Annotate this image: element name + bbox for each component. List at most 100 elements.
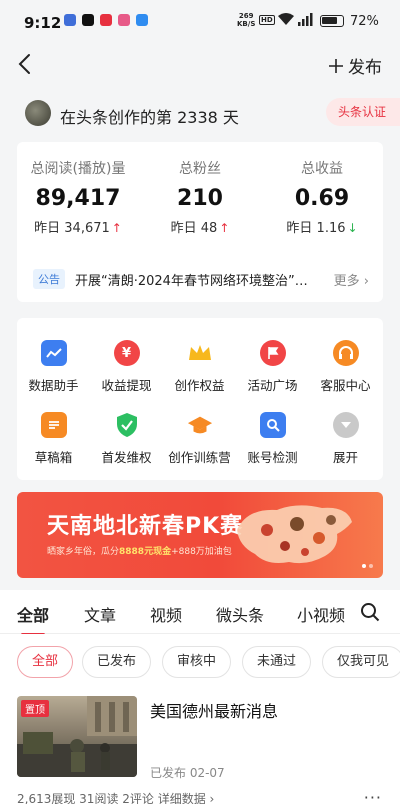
draft-icon <box>40 412 67 438</box>
tool-label: 创作训练营 <box>168 450 231 465</box>
tool-label: 首发维权 <box>101 450 152 465</box>
stat-value: 0.69 <box>294 186 350 211</box>
tool-account-check[interactable]: 账号检测 <box>236 412 309 466</box>
status-filters: 全部 已发布 审核中 未通过 仅我可见 <box>0 634 400 688</box>
stat-total-income[interactable]: 总收益 0.69 昨日 1.16 ↓ <box>261 142 383 236</box>
tab-short-videos[interactable]: 小视频 <box>297 602 347 626</box>
carousel-dot <box>362 564 366 568</box>
app-notification-icon <box>118 14 130 26</box>
tab-micro-posts[interactable]: 微头条 <box>216 602 264 626</box>
creator-header: 在头条创作的第 2338 天 头条认证 <box>0 96 400 130</box>
more-link[interactable]: 更多 › <box>334 270 369 289</box>
verification-badge[interactable]: 头条认证 <box>325 98 400 126</box>
article-status-date: 已发布 02-07 <box>150 766 225 780</box>
tab-articles[interactable]: 文章 <box>84 602 116 626</box>
banner-title: 天南地北新春PK赛 <box>47 514 244 539</box>
tool-withdraw[interactable]: ¥ 收益提现 <box>90 340 163 394</box>
stat-label: 总收益 <box>301 161 343 177</box>
chevron-down-icon <box>332 412 359 438</box>
stat-total-fans[interactable]: 总粉丝 210 昨日 48 ↑ <box>139 142 261 236</box>
publish-button[interactable]: 发布 <box>328 53 382 78</box>
carousel-dots <box>362 564 373 568</box>
more-options-icon[interactable]: ··· <box>364 788 382 804</box>
tool-label: 创作权益 <box>174 378 225 393</box>
stat-value: 89,417 <box>35 186 121 211</box>
signal-icon <box>298 13 313 26</box>
tool-activity-plaza[interactable]: 活动广场 <box>236 340 309 394</box>
graduation-cap-icon <box>187 412 213 438</box>
headset-icon <box>332 340 359 366</box>
back-icon[interactable] <box>14 52 36 76</box>
article-title[interactable]: 美国德州最新消息 <box>150 698 278 722</box>
tiktok-icon <box>82 14 94 26</box>
banner-subtitle: 晒家乡年俗，瓜分8888元现金+888万加油包 <box>47 544 232 557</box>
stat-label: 总粉丝 <box>179 161 221 177</box>
nav-bar: 发布 <box>0 42 400 88</box>
stat-label: 总阅读(播放)量 <box>30 161 126 177</box>
shield-icon <box>114 412 140 438</box>
filter-in-review[interactable]: 审核中 <box>162 646 232 678</box>
tool-label: 收益提现 <box>101 378 152 393</box>
chevron-right-icon: › <box>363 273 369 289</box>
tab-videos[interactable]: 视频 <box>150 602 182 626</box>
trend-down-icon: ↓ <box>347 221 358 235</box>
stats-card: 总阅读(播放)量 89,417 昨日 34,671 ↑ 总粉丝 210 昨日 48… <box>17 142 383 302</box>
announcement-tag: 公告 <box>33 269 65 289</box>
announcement-bar[interactable]: 公告 开展“清朗·2024年春节网络环境整治”专项行动 更多 › <box>33 268 369 290</box>
tool-drafts[interactable]: 草稿箱 <box>17 412 90 466</box>
stat-yesterday: 昨日 1.16 ↓ <box>261 217 383 236</box>
tool-label: 客服中心 <box>320 378 371 393</box>
article-thumbnail[interactable]: 置顶 <box>17 696 137 777</box>
banner-sub-highlight: 8888元现金 <box>119 547 172 557</box>
tool-training-camp[interactable]: 创作训练营 <box>163 412 236 466</box>
tools-grid: 数据助手 ¥ 收益提现 创作权益 活动广场 客服中心 草稿箱 首发维权 创作训练… <box>17 318 383 480</box>
trend-up-icon: ↑ <box>111 221 122 235</box>
article-item[interactable]: 置顶 美国德州最新消息 已发布 02-07 2,613展现 31阅读 2评论 详… <box>0 688 400 804</box>
notification-icons <box>64 14 148 26</box>
article-stats[interactable]: 2,613展现 31阅读 2评论 详细数据 › <box>17 790 214 804</box>
more-label: 更多 <box>333 273 360 289</box>
banner-sub-prefix: 晒家乡年俗，瓜分 <box>47 547 120 557</box>
stat-yesterday-value: 昨日 34,671 <box>34 221 110 236</box>
filter-private[interactable]: 仅我可见 <box>322 646 400 678</box>
tool-label: 展开 <box>332 450 358 465</box>
carousel-dot <box>369 564 373 568</box>
stat-yesterday: 昨日 34,671 ↑ <box>17 217 139 236</box>
app-notification-icon <box>64 14 76 26</box>
battery-percent: 72% <box>350 14 379 29</box>
stat-yesterday: 昨日 48 ↑ <box>139 217 261 236</box>
content-tabs: 全部 文章 视频 微头条 小视频 <box>0 590 400 636</box>
filter-published[interactable]: 已发布 <box>82 646 152 678</box>
filter-all[interactable]: 全部 <box>17 646 74 678</box>
tab-all[interactable]: 全部 <box>17 602 49 636</box>
wifi-icon <box>278 13 294 25</box>
announcement-text: 开展“清朗·2024年春节网络环境整治”专项行动 <box>75 273 315 289</box>
avatar[interactable] <box>25 100 51 126</box>
stat-value: 210 <box>177 186 223 211</box>
tool-original-protection[interactable]: 首发维权 <box>90 412 163 466</box>
tool-creator-rights[interactable]: 创作权益 <box>163 340 236 394</box>
creation-days: 在头条创作的第 2338 天 <box>60 108 239 127</box>
tool-customer-service[interactable]: 客服中心 <box>309 340 382 394</box>
tool-label: 数据助手 <box>28 378 79 393</box>
app-notification-icon <box>136 14 148 26</box>
stat-yesterday-value: 昨日 1.16 <box>286 221 346 236</box>
status-bar: 9:12 269 KB/S HD 72% <box>0 0 400 42</box>
tool-data-assistant[interactable]: 数据助手 <box>17 340 90 394</box>
toutiao-icon <box>100 14 112 26</box>
search-icon[interactable] <box>360 602 380 622</box>
tool-label: 草稿箱 <box>34 450 73 465</box>
promo-banner[interactable]: 天南地北新春PK赛 晒家乡年俗，瓜分8888元现金+888万加油包 <box>17 492 383 578</box>
network-speed: 269 KB/S <box>237 12 255 28</box>
account-check-icon <box>259 412 286 438</box>
stat-total-reads[interactable]: 总阅读(播放)量 89,417 昨日 34,671 ↑ <box>17 142 139 236</box>
banner-sub-suffix: +888万加油包 <box>171 547 232 557</box>
plus-icon <box>329 58 343 73</box>
flag-icon <box>259 340 286 366</box>
tool-expand[interactable]: 展开 <box>309 412 382 466</box>
filter-rejected[interactable]: 未通过 <box>242 646 312 678</box>
publish-label: 发布 <box>348 58 382 78</box>
status-time: 9:12 <box>24 14 62 32</box>
battery-icon <box>320 15 344 27</box>
yuan-icon: ¥ <box>113 340 140 366</box>
